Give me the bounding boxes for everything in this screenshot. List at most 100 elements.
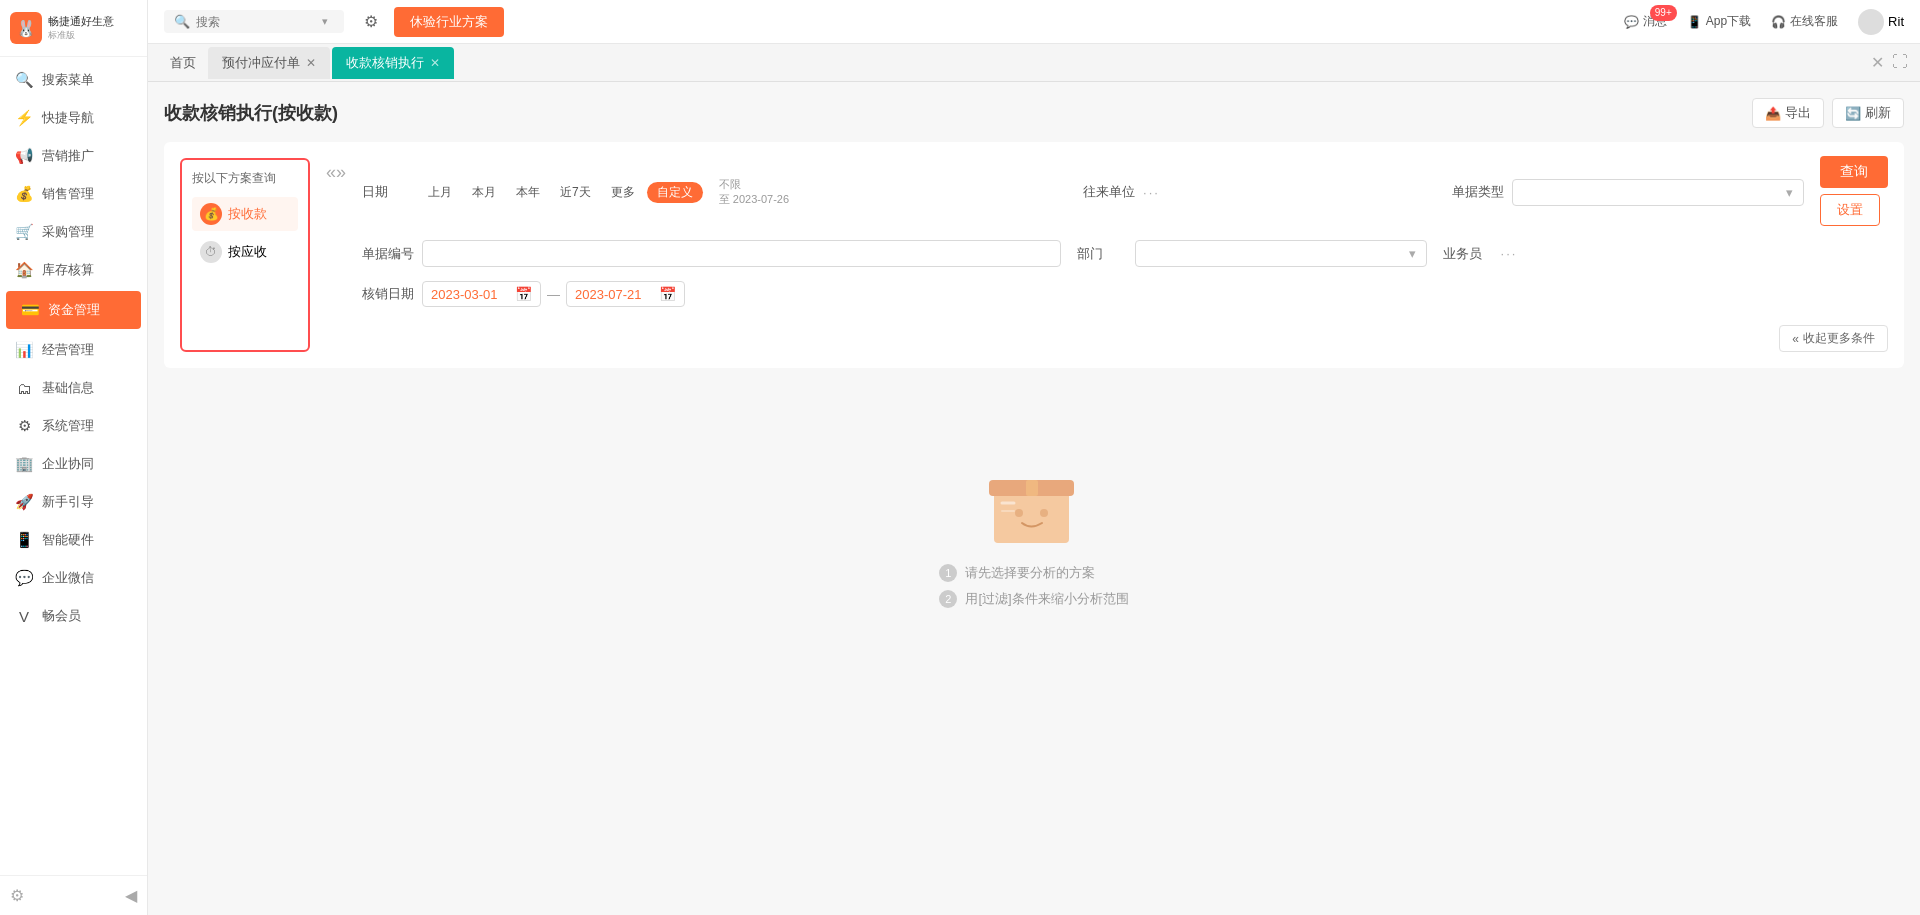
filter-option-by-receipt[interactable]: 💰 按收款: [192, 197, 298, 231]
app-download-button[interactable]: 📱 App下载: [1687, 13, 1751, 30]
filter-form: 日期 上月 本月 本年 近7天 更多 自定义 不限 至 2023-07-26: [362, 158, 1888, 352]
filter-option-by-receipt-label: 按收款: [228, 205, 267, 223]
sidebar-item-search[interactable]: 🔍 搜索菜单: [0, 61, 147, 99]
verify-date-end-input[interactable]: [575, 287, 655, 302]
empty-illustration: [984, 448, 1084, 548]
sidebar-item-operation[interactable]: 📊 经营管理: [0, 331, 147, 369]
collapse-label: 收起更多条件: [1803, 330, 1875, 347]
receivable-icon: ⏱: [200, 241, 222, 263]
doc-no-group: 单据编号: [362, 240, 1061, 267]
svg-point-4: [1040, 509, 1048, 517]
logo-icon: 🐰: [10, 12, 42, 44]
date-pill-this-year[interactable]: 本年: [508, 182, 548, 203]
user-name: Rit: [1888, 14, 1904, 29]
industry-solution-button[interactable]: 休验行业方案: [394, 7, 504, 37]
sidebar-item-guide[interactable]: 🚀 新手引导: [0, 483, 147, 521]
staff-dots[interactable]: ···: [1501, 246, 1518, 261]
filter-collapse-icon[interactable]: «»: [322, 162, 350, 183]
sidebar-item-quicknav[interactable]: ⚡ 快捷导航: [0, 99, 147, 137]
sidebar-item-purchase[interactable]: 🛒 采购管理: [0, 213, 147, 251]
tab-bar: 首页 预付冲应付单 ✕ 收款核销执行 ✕ ✕ ⛶: [148, 44, 1920, 82]
tab-bar-right: ✕ ⛶: [1871, 53, 1908, 72]
doc-type-select[interactable]: ▾: [1512, 179, 1805, 206]
tab-prepay[interactable]: 预付冲应付单 ✕: [208, 47, 330, 79]
empty-tip-2: 2 用[过滤]条件来缩小分析范围: [939, 590, 1128, 608]
settings-gear-icon[interactable]: ⚙: [364, 12, 378, 31]
empty-tip-1: 1 请先选择要分析的方案: [939, 564, 1128, 582]
empty-svg: [984, 448, 1084, 548]
doc-no-input[interactable]: [422, 240, 1061, 267]
header-right: 💬 消息 99+ 📱 App下载 🎧 在线客服 Rit: [1624, 9, 1904, 35]
system-icon: ⚙: [14, 417, 34, 435]
page-header: 收款核销执行(按收款) 📤 导出 🔄 刷新: [164, 98, 1904, 128]
filter-sidebar-title: 按以下方案查询: [192, 170, 298, 187]
search-input[interactable]: [196, 15, 316, 29]
sidebar-item-hardware[interactable]: 📱 智能硬件: [0, 521, 147, 559]
date-pill-custom[interactable]: 自定义: [647, 182, 703, 203]
wechat-icon: 💬: [14, 569, 34, 587]
sidebar-item-basic[interactable]: 🗂 基础信息: [0, 369, 147, 407]
date-pill-this-month[interactable]: 本月: [464, 182, 504, 203]
tab-prepay-close-icon[interactable]: ✕: [306, 56, 316, 70]
basic-icon: 🗂: [14, 380, 34, 397]
collapse-more-row: « 收起更多条件: [362, 325, 1888, 352]
date-pill-more[interactable]: 更多: [603, 182, 643, 203]
date-pill-7days[interactable]: 近7天: [552, 182, 599, 203]
sidebar-item-label-purchase: 采购管理: [42, 223, 94, 241]
tab-maximize-icon[interactable]: ⛶: [1892, 53, 1908, 72]
content-area: 收款核销执行(按收款) 📤 导出 🔄 刷新 按以下方案查询 💰 按收款: [148, 82, 1920, 915]
sidebar-item-inventory[interactable]: 🏠 库存核算: [0, 251, 147, 289]
counterpart-dots[interactable]: ···: [1143, 185, 1160, 200]
dept-chevron-icon: ▾: [1409, 246, 1416, 261]
refresh-button[interactable]: 🔄 刷新: [1832, 98, 1904, 128]
tip-num-2: 2: [939, 590, 957, 608]
collapse-more-button[interactable]: « 收起更多条件: [1779, 325, 1888, 352]
empty-tips: 1 请先选择要分析的方案 2 用[过滤]条件来缩小分析范围: [939, 564, 1128, 608]
online-service-button[interactable]: 🎧 在线客服: [1771, 13, 1838, 30]
tab-receivable-close-icon[interactable]: ✕: [430, 56, 440, 70]
receipt-icon: 💰: [200, 203, 222, 225]
sidebar-item-finance[interactable]: 💳 资金管理: [6, 291, 141, 329]
messages-button[interactable]: 💬 消息 99+: [1624, 13, 1667, 30]
date-pill-last-month[interactable]: 上月: [420, 182, 460, 203]
sidebar-item-enterprise[interactable]: 🏢 企业协同: [0, 445, 147, 483]
search-chevron-icon[interactable]: ▾: [322, 15, 328, 28]
filter-sidebar: 按以下方案查询 💰 按收款 ⏱ 按应收: [180, 158, 310, 352]
app-label: App下载: [1706, 13, 1751, 30]
inventory-icon: 🏠: [14, 261, 34, 279]
collapse-sidebar-icon[interactable]: ◀: [125, 886, 137, 905]
sidebar-item-member[interactable]: V 畅会员: [0, 597, 147, 635]
sales-icon: 💰: [14, 185, 34, 203]
refresh-icon: 🔄: [1845, 106, 1861, 121]
sidebar-item-label-basic: 基础信息: [42, 379, 94, 397]
sidebar-item-sales[interactable]: 💰 销售管理: [0, 175, 147, 213]
doc-no-label: 单据编号: [362, 245, 414, 263]
export-button[interactable]: 📤 导出: [1752, 98, 1824, 128]
sidebar-item-label-wechat: 企业微信: [42, 569, 94, 587]
service-label: 在线客服: [1790, 13, 1838, 30]
tab-receivable[interactable]: 收款核销执行 ✕: [332, 47, 454, 79]
msg-count-badge: 99+: [1650, 5, 1677, 21]
verify-date-start-input[interactable]: [431, 287, 511, 302]
header-search-box: 🔍 ▾: [164, 10, 344, 33]
sidebar-item-wechat[interactable]: 💬 企业微信: [0, 559, 147, 597]
sidebar-item-system[interactable]: ⚙ 系统管理: [0, 407, 147, 445]
setting-button[interactable]: 设置: [1820, 194, 1880, 226]
verify-date-end-calendar-icon[interactable]: 📅: [659, 286, 676, 302]
verify-date-start-calendar-icon[interactable]: 📅: [515, 286, 532, 302]
query-button[interactable]: 查询: [1820, 156, 1888, 188]
user-menu[interactable]: Rit: [1858, 9, 1904, 35]
date-no-limit: 不限: [719, 177, 789, 192]
sidebar-item-label-hardware: 智能硬件: [42, 531, 94, 549]
search-icon: 🔍: [14, 71, 34, 89]
settings-icon[interactable]: ⚙: [10, 886, 24, 905]
dept-select[interactable]: ▾: [1135, 240, 1427, 267]
svg-rect-0: [994, 488, 1069, 543]
tab-home[interactable]: 首页: [160, 48, 206, 78]
purchase-icon: 🛒: [14, 223, 34, 241]
finance-icon: 💳: [20, 301, 40, 319]
filter-option-by-receivable[interactable]: ⏱ 按应收: [192, 235, 298, 269]
collapse-icon: «: [1792, 332, 1799, 346]
sidebar-item-marketing[interactable]: 📢 营销推广: [0, 137, 147, 175]
tab-close-window-icon[interactable]: ✕: [1871, 53, 1884, 72]
